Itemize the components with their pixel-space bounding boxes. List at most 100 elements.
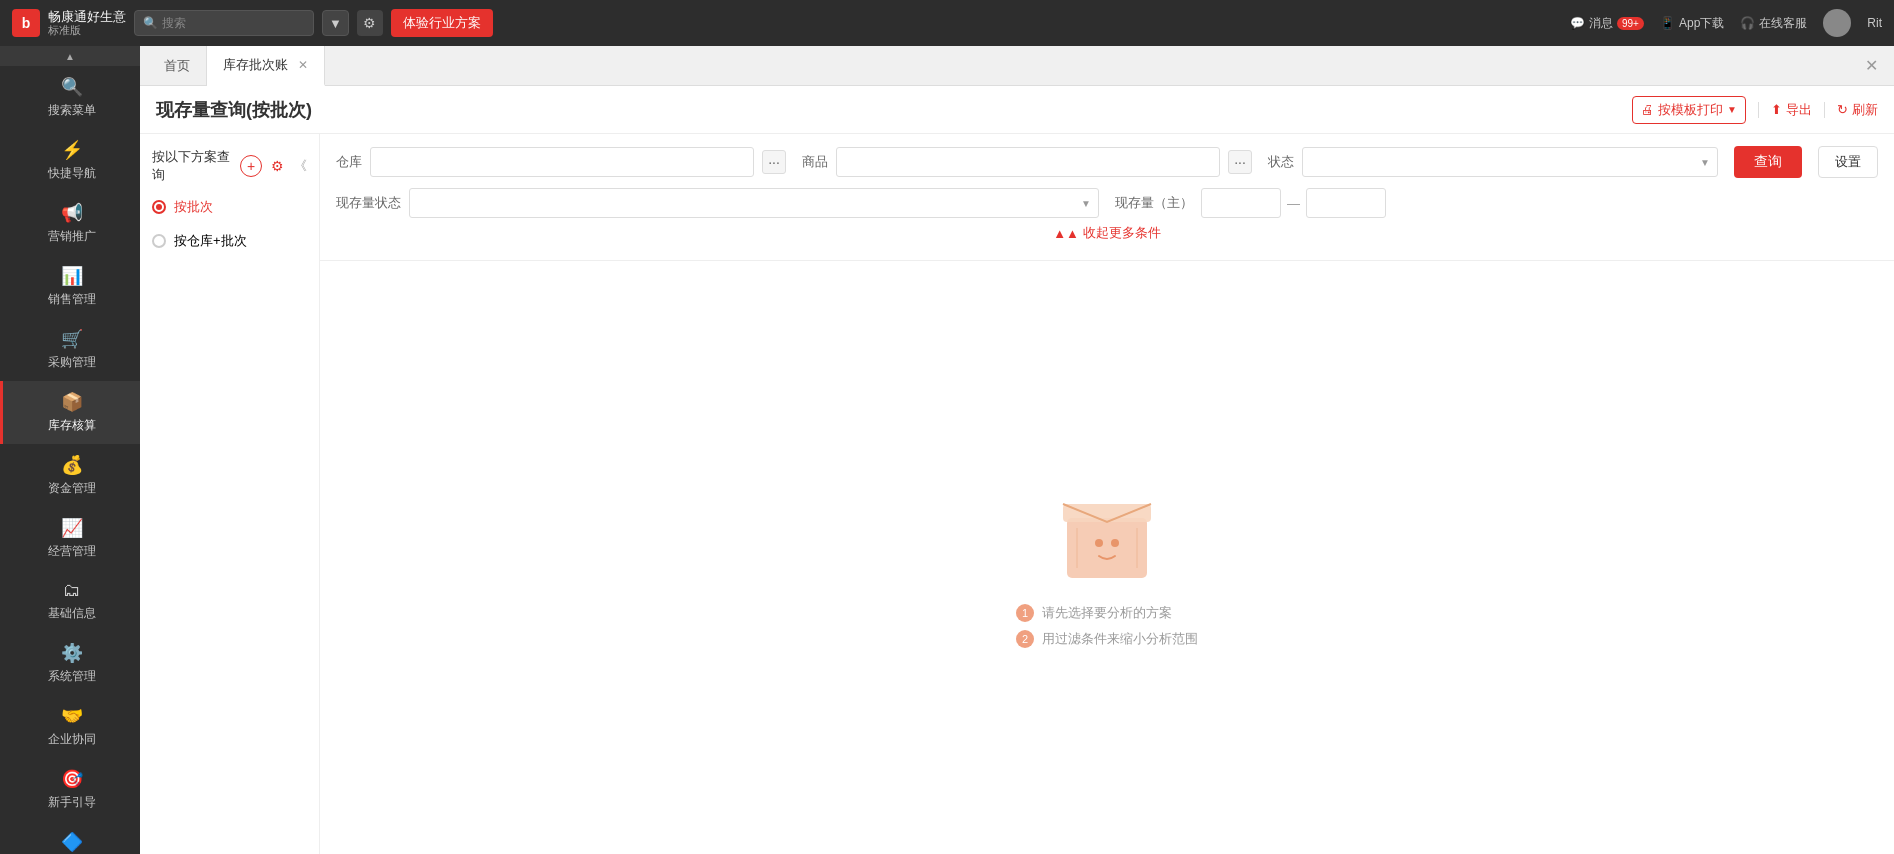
empty-tips: 1 请先选择要分析的方案 2 用过滤条件来缩小分析范围 bbox=[1016, 604, 1198, 648]
headset-icon: 🎧 bbox=[1740, 16, 1755, 30]
right-content: 仓库 ··· 商品 ··· bbox=[320, 134, 1894, 854]
search-bar[interactable]: 🔍 搜索 bbox=[134, 10, 314, 36]
filter-row-2: 现存量状态 现存量（主） bbox=[336, 188, 1878, 218]
chevron-up-icon: ▲▲ bbox=[1053, 226, 1079, 241]
empty-tip-2: 2 用过滤条件来缩小分析范围 bbox=[1016, 630, 1198, 648]
quantity-min-input[interactable] bbox=[1201, 188, 1281, 218]
quantity-max-input[interactable] bbox=[1306, 188, 1386, 218]
divider2 bbox=[1824, 102, 1825, 118]
warehouse-input[interactable] bbox=[370, 147, 754, 177]
search-menu-icon: 🔍 bbox=[61, 76, 83, 98]
content-area: 首页 库存批次账 ✕ ✕ 现存量查询(按批次) 🖨 按模板打印 ▼ ⬆ 导出 bbox=[140, 46, 1894, 854]
sidebar-item-operations[interactable]: 📈 经营管理 bbox=[0, 507, 140, 570]
sidebar-item-inventory[interactable]: 📦 库存核算 bbox=[0, 381, 140, 444]
template-print-button[interactable]: 🖨 按模板打印 ▼ bbox=[1632, 96, 1746, 124]
status-field: 状态 bbox=[1268, 147, 1718, 177]
message-icon: 💬 bbox=[1570, 16, 1585, 30]
sidebar-item-collab[interactable]: 🤝 企业协同 bbox=[0, 695, 140, 758]
topbar: b 畅康通好生意 标准版 🔍 搜索 ▼ ⚙ 体验行业方案 💬 消息 99+ 📱 … bbox=[0, 0, 1894, 46]
refresh-button[interactable]: ↻ 刷新 bbox=[1837, 101, 1878, 119]
sidebar-item-marketing[interactable]: 📢 营销推广 bbox=[0, 192, 140, 255]
tab-close-button[interactable]: ✕ bbox=[298, 58, 308, 72]
export-button[interactable]: ⬆ 导出 bbox=[1771, 101, 1812, 119]
collab-icon: 🤝 bbox=[61, 705, 83, 727]
empty-tip-1: 1 请先选择要分析的方案 bbox=[1016, 604, 1198, 622]
warehouse-more-button[interactable]: ··· bbox=[762, 150, 786, 174]
inventory-quantity-field: 现存量（主） — bbox=[1115, 188, 1878, 218]
quantity-range: — bbox=[1201, 188, 1878, 218]
warehouse-label: 仓库 bbox=[336, 153, 362, 171]
inventory-icon: 📦 bbox=[61, 391, 83, 413]
filter-collapse-button[interactable]: 《 bbox=[294, 157, 307, 175]
avatar[interactable] bbox=[1823, 9, 1851, 37]
finance-icon: 💰 bbox=[61, 454, 83, 476]
marketing-icon: 📢 bbox=[61, 202, 83, 224]
sidebar-item-sales[interactable]: 📊 销售管理 bbox=[0, 255, 140, 318]
app-download-button[interactable]: 📱 App下载 bbox=[1660, 15, 1724, 32]
status-label: 状态 bbox=[1268, 153, 1294, 171]
filter-row-1: 仓库 ··· 商品 ··· bbox=[336, 146, 1878, 178]
tab-bar: 首页 库存批次账 ✕ ✕ bbox=[140, 46, 1894, 86]
filter-panel-actions: + ⚙ bbox=[240, 155, 288, 177]
warehouse-field: 仓库 ··· bbox=[336, 147, 786, 177]
tab-batch[interactable]: 库存批次账 ✕ bbox=[207, 46, 325, 86]
quicknav-icon: ⚡ bbox=[61, 139, 83, 161]
page-close-button[interactable]: ✕ bbox=[1857, 56, 1886, 75]
sales-icon: 📊 bbox=[61, 265, 83, 287]
inventory-quantity-label: 现存量（主） bbox=[1115, 194, 1193, 212]
sidebar-item-purchase[interactable]: 🛒 采购管理 bbox=[0, 318, 140, 381]
apps-icon: 🔷 bbox=[61, 831, 83, 853]
topbar-right: 💬 消息 99+ 📱 App下载 🎧 在线客服 Rit bbox=[1570, 9, 1882, 37]
filter-item-warehouse-batch[interactable]: 按仓库+批次 bbox=[140, 224, 319, 258]
online-service-button[interactable]: 🎧 在线客服 bbox=[1740, 15, 1807, 32]
scheme-settings-button[interactable]: ⚙ bbox=[266, 155, 288, 177]
basic-icon: 🗂 bbox=[63, 580, 81, 601]
phone-icon: 📱 bbox=[1660, 16, 1675, 30]
chevron-down-icon: ▼ bbox=[329, 16, 342, 31]
sidebar: ▲ 🔍 搜索菜单 ⚡ 快捷导航 📢 营销推广 📊 销售管理 🛒 采购管理 📦 库… bbox=[0, 46, 140, 854]
add-scheme-button[interactable]: + bbox=[240, 155, 262, 177]
settings-button[interactable]: 设置 bbox=[1818, 146, 1878, 178]
product-input[interactable] bbox=[836, 147, 1220, 177]
empty-state: 1 请先选择要分析的方案 2 用过滤条件来缩小分析范围 bbox=[320, 261, 1894, 854]
username: Rit bbox=[1867, 16, 1882, 30]
topbar-settings-button[interactable]: ⚙ bbox=[357, 10, 383, 36]
trial-button[interactable]: 体验行业方案 bbox=[391, 9, 493, 37]
page-actions: 🖨 按模板打印 ▼ ⬆ 导出 ↻ 刷新 bbox=[1632, 96, 1878, 124]
sidebar-item-finance[interactable]: 💰 资金管理 bbox=[0, 444, 140, 507]
refresh-icon: ↻ bbox=[1837, 102, 1848, 117]
sidebar-item-system[interactable]: ⚙️ 系统管理 bbox=[0, 632, 140, 695]
brand: 畅康通好生意 标准版 bbox=[48, 9, 126, 38]
filter-panel: 按以下方案查询 + ⚙ 《 按批次 按仓库+批次 bbox=[140, 134, 320, 854]
collapse-conditions-button[interactable]: ▲▲ 收起更多条件 bbox=[336, 218, 1878, 248]
page-header: 现存量查询(按批次) 🖨 按模板打印 ▼ ⬆ 导出 ↻ 刷新 bbox=[140, 86, 1894, 134]
filter-item-batch[interactable]: 按批次 bbox=[140, 190, 319, 224]
filter-form: 仓库 ··· 商品 ··· bbox=[320, 134, 1894, 261]
sidebar-item-quicknav[interactable]: ⚡ 快捷导航 bbox=[0, 129, 140, 192]
sidebar-item-newguide[interactable]: 🎯 新手引导 bbox=[0, 758, 140, 821]
sidebar-item-search[interactable]: 🔍 搜索菜单 bbox=[0, 66, 140, 129]
operations-icon: 📈 bbox=[61, 517, 83, 539]
status-select-wrap bbox=[1302, 147, 1718, 177]
sidebar-item-apps[interactable]: 🔷 应用中心 bbox=[0, 821, 140, 854]
tab-home[interactable]: 首页 bbox=[148, 46, 207, 86]
inventory-status-select[interactable] bbox=[409, 188, 1099, 218]
chevron-down-icon: ▼ bbox=[1727, 104, 1737, 115]
search-dropdown[interactable]: ▼ bbox=[322, 10, 349, 36]
inventory-status-field: 现存量状态 bbox=[336, 188, 1099, 218]
status-select[interactable] bbox=[1302, 147, 1718, 177]
product-more-button[interactable]: ··· bbox=[1228, 150, 1252, 174]
filter-panel-header: 按以下方案查询 + ⚙ 《 bbox=[140, 142, 319, 190]
print-icon: 🖨 bbox=[1641, 102, 1654, 117]
sidebar-scroll-up[interactable]: ▲ bbox=[0, 46, 140, 66]
search-icon: 🔍 bbox=[143, 16, 158, 30]
svg-point-3 bbox=[1111, 539, 1119, 547]
messages-button[interactable]: 💬 消息 99+ bbox=[1570, 15, 1644, 32]
system-icon: ⚙️ bbox=[61, 642, 83, 664]
sidebar-item-basic[interactable]: 🗂 基础信息 bbox=[0, 570, 140, 632]
inventory-status-select-wrap bbox=[409, 188, 1099, 218]
svg-rect-1 bbox=[1063, 504, 1151, 522]
product-label: 商品 bbox=[802, 153, 828, 171]
query-button[interactable]: 查询 bbox=[1734, 146, 1802, 178]
inventory-status-label: 现存量状态 bbox=[336, 194, 401, 212]
